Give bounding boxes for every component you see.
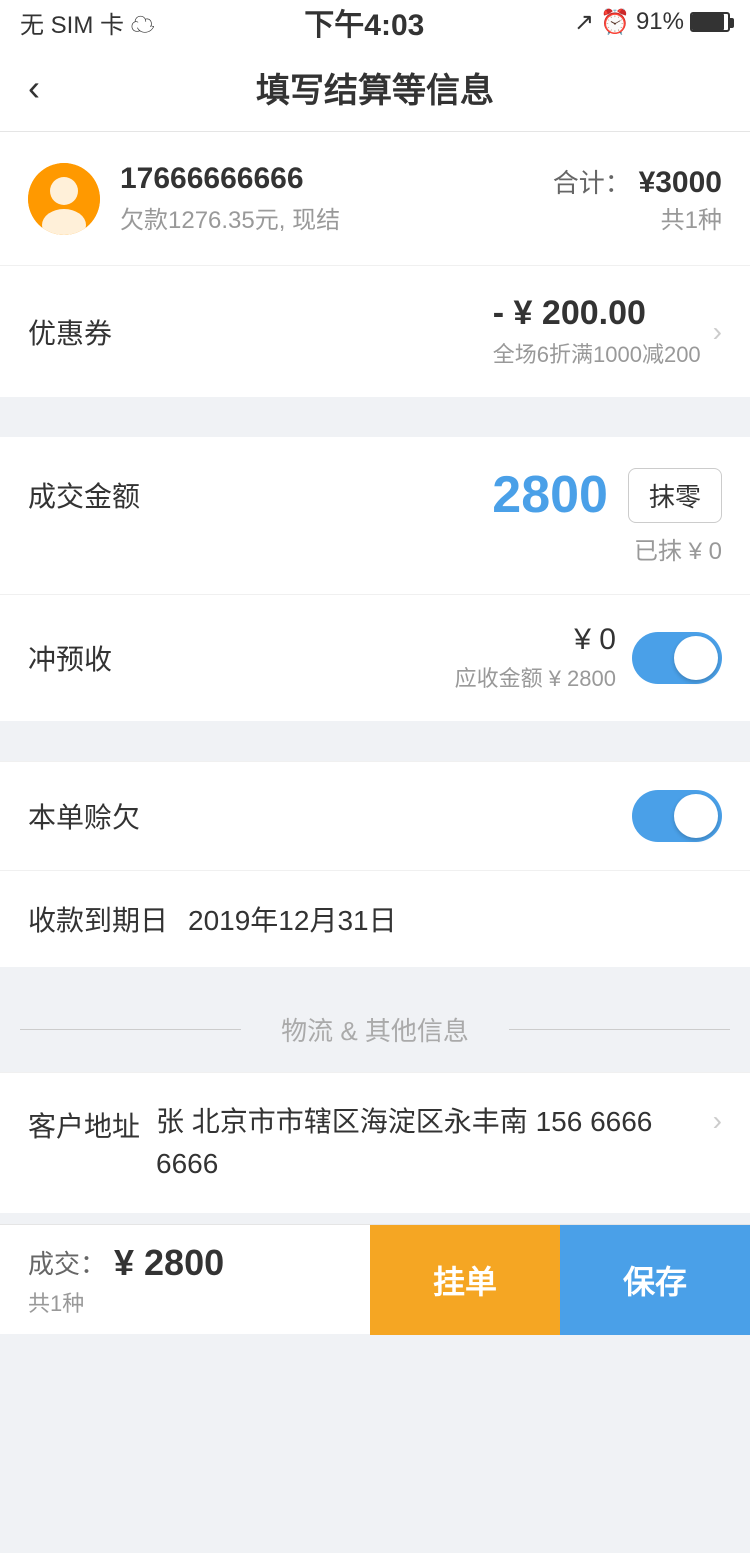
- due-date-row: 收款到期日 2019年12月31日: [0, 870, 750, 967]
- logistics-divider: 物流 & 其他信息: [0, 987, 750, 1072]
- amount-value: 2800: [492, 465, 608, 525]
- customer-info: 17666666666 欠款1276.35元, 现结: [120, 162, 340, 235]
- bad-debt-card: 本单赊欠 收款到期日 2019年12月31日: [0, 761, 750, 967]
- prepay-right: ¥ 0 应收金额 ¥ 2800: [455, 623, 722, 693]
- address-value: 张 北京市市辖区海淀区永丰南 156 6666 6666: [156, 1101, 697, 1185]
- total-count: 共1种: [553, 200, 722, 235]
- prepay-sub: 应收金额 ¥ 2800: [455, 661, 616, 693]
- transaction-card: 成交金额 2800 抹零 已抹 ¥ 0 冲预收 ¥ 0 应收金额 ¥ 2800: [0, 437, 750, 721]
- bottom-summary-amount: ¥ 2800: [114, 1242, 224, 1284]
- customer-left: 17666666666 欠款1276.35元, 现结: [28, 162, 340, 235]
- nav-bar: ‹ 填写结算等信息: [0, 44, 750, 132]
- page-title: 填写结算等信息: [256, 63, 494, 112]
- bottom-summary-count: 共1种: [28, 1286, 342, 1318]
- customer-total: 合计： ¥3000 共1种: [553, 163, 722, 235]
- prepay-amount: ¥ 0: [455, 623, 616, 657]
- section-divider-1: [0, 417, 750, 437]
- amount-row: 成交金额 2800 抹零: [28, 465, 722, 525]
- total-line: 合计： ¥3000: [553, 163, 722, 200]
- customer-phone: 17666666666: [120, 162, 340, 196]
- location-icon: ↗: [574, 8, 594, 37]
- battery-icon: [690, 12, 730, 32]
- status-bar: 无 SIM 卡 ☁ 下午4:03 ↗ ⏰ 91%: [0, 0, 750, 44]
- prepay-toggle[interactable]: [632, 632, 722, 684]
- clock-icon: ⏰: [600, 8, 630, 37]
- coupon-sub: 全场6折满1000减200: [493, 337, 701, 369]
- due-date-value: 2019年12月31日: [188, 899, 397, 939]
- customer-sub: 欠款1276.35元, 现结: [120, 200, 340, 235]
- logistics-text: 物流 & 其他信息: [281, 1011, 469, 1048]
- avatar: [28, 163, 100, 235]
- bottom-summary: 成交： ¥ 2800 共1种: [0, 1242, 370, 1318]
- amount-section: 成交金额 2800 抹零 已抹 ¥ 0: [0, 437, 750, 594]
- prepay-label: 冲预收: [28, 638, 112, 678]
- main-content: 17666666666 欠款1276.35元, 现结 合计： ¥3000 共1种…: [0, 132, 750, 1553]
- section-divider-2: [0, 741, 750, 761]
- address-card: 客户地址 张 北京市市辖区海淀区永丰南 156 6666 6666 ›: [0, 1072, 750, 1213]
- status-right: ↗ ⏰ 91%: [574, 8, 730, 37]
- status-time: 下午4:03: [304, 0, 424, 44]
- prepay-row: 冲预收 ¥ 0 应收金额 ¥ 2800: [28, 623, 722, 693]
- due-date-label: 收款到期日: [28, 899, 168, 939]
- hang-button[interactable]: 挂单: [370, 1225, 560, 1335]
- bad-debt-toggle[interactable]: [632, 790, 722, 842]
- coupon-discount: - ¥ 200.00: [493, 294, 701, 333]
- toggle-knob: [674, 636, 718, 680]
- bottom-summary-top: 成交： ¥ 2800: [28, 1242, 342, 1284]
- status-left: 无 SIM 卡 ☁: [20, 5, 155, 40]
- coupon-right: - ¥ 200.00 全场6折满1000减200 ›: [493, 294, 722, 369]
- address-row[interactable]: 客户地址 张 北京市市辖区海淀区永丰南 156 6666 6666 ›: [0, 1072, 750, 1213]
- amount-value-wrap: 2800 抹零: [492, 465, 722, 525]
- customer-row: 17666666666 欠款1276.35元, 现结 合计： ¥3000 共1种: [0, 132, 750, 265]
- bottom-bar: 成交： ¥ 2800 共1种 挂单 保存: [0, 1224, 750, 1334]
- total-amount: ¥3000: [639, 166, 722, 199]
- logistics-line-left: [20, 1029, 241, 1030]
- avatar-svg: [28, 163, 100, 235]
- customer-card: 17666666666 欠款1276.35元, 现结 合计： ¥3000 共1种…: [0, 132, 750, 397]
- battery-percent: 91%: [636, 8, 684, 36]
- amount-sub: 已抹 ¥ 0: [28, 531, 722, 566]
- amount-label: 成交金额: [28, 475, 140, 515]
- address-label: 客户地址: [28, 1101, 140, 1145]
- address-chevron-icon: ›: [713, 1101, 722, 1137]
- bad-debt-toggle-knob: [674, 794, 718, 838]
- bad-debt-row: 本单赊欠: [0, 761, 750, 870]
- coupon-chevron-icon: ›: [713, 316, 722, 348]
- coupon-label: 优惠券: [28, 312, 112, 352]
- logistics-line-right: [509, 1029, 730, 1030]
- prepay-section: 冲预收 ¥ 0 应收金额 ¥ 2800: [0, 594, 750, 721]
- total-label: 合计：: [553, 168, 631, 198]
- prepay-amount-wrap: ¥ 0 应收金额 ¥ 2800: [455, 623, 616, 693]
- round-button[interactable]: 抹零: [628, 468, 722, 523]
- coupon-info: - ¥ 200.00 全场6折满1000减200: [493, 294, 701, 369]
- back-button[interactable]: ‹: [28, 67, 40, 109]
- bad-debt-label: 本单赊欠: [28, 796, 140, 836]
- bottom-summary-label: 成交：: [28, 1244, 106, 1281]
- coupon-row[interactable]: 优惠券 - ¥ 200.00 全场6折满1000减200 ›: [0, 265, 750, 397]
- no-sim-text: 无 SIM 卡 ☁: [20, 5, 155, 40]
- save-button[interactable]: 保存: [560, 1225, 750, 1335]
